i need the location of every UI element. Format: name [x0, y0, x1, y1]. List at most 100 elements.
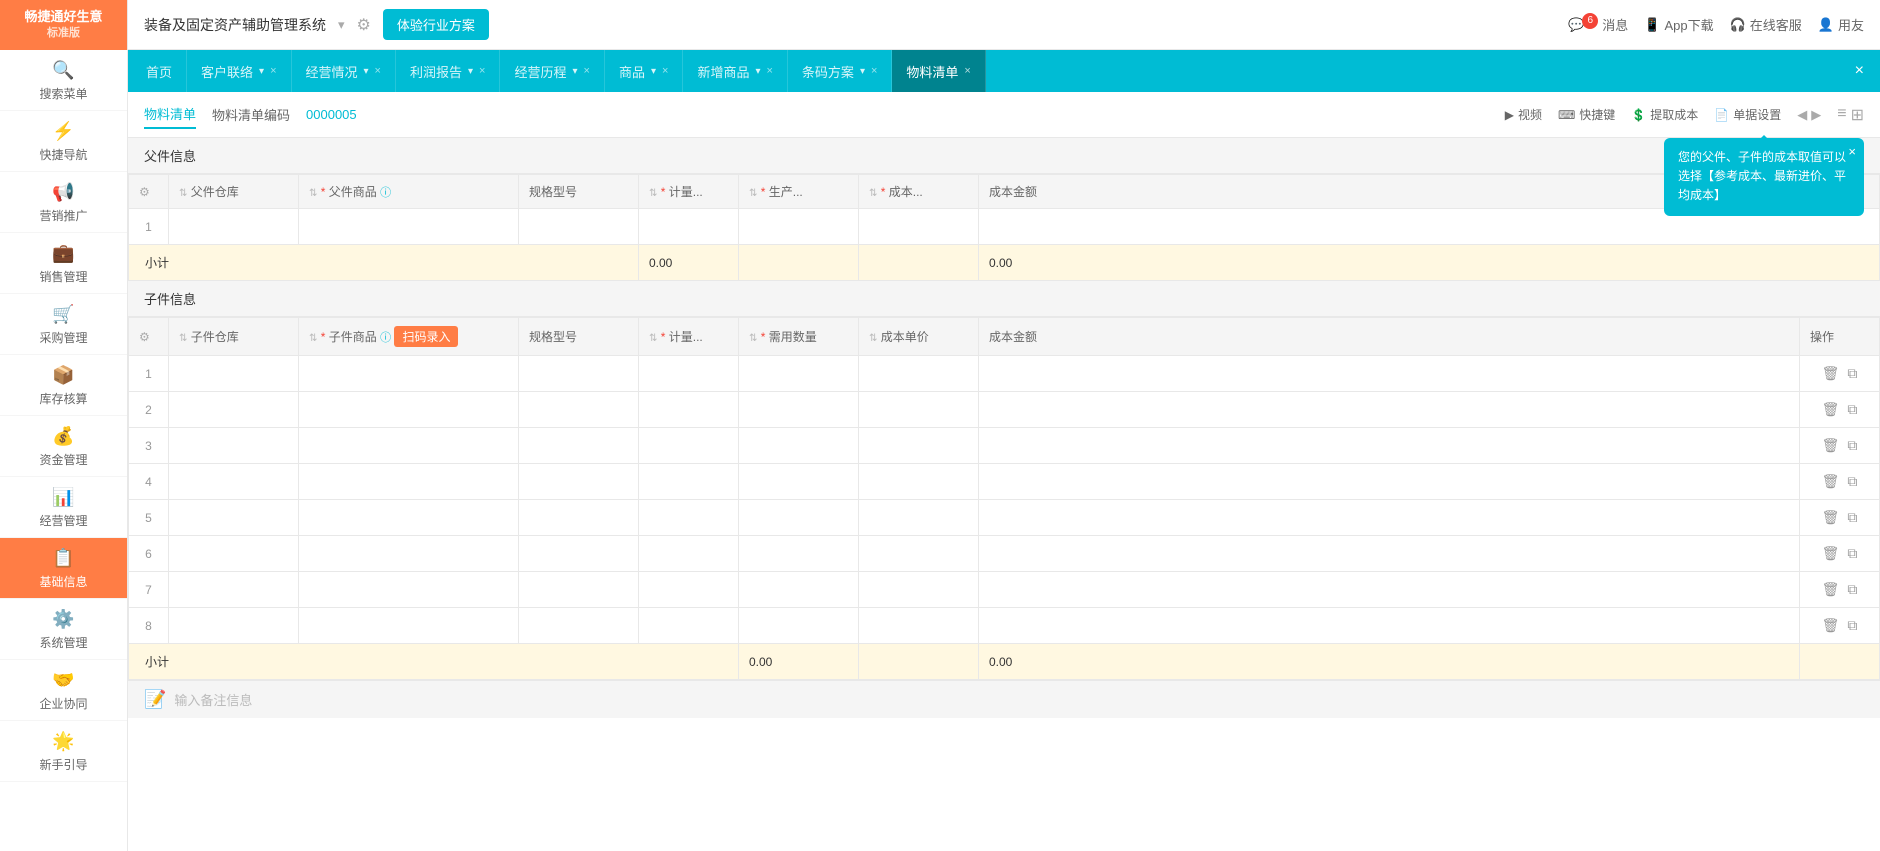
child-warehouse-7[interactable]: [169, 572, 299, 608]
copy-icon-6[interactable]: ⧉: [1847, 545, 1857, 562]
delete-icon-5[interactable]: 🗑: [1822, 509, 1840, 526]
child-qty-7[interactable]: [739, 572, 859, 608]
copy-icon-5[interactable]: ⧉: [1847, 509, 1857, 526]
tab-bom[interactable]: 物料清单 ×: [892, 50, 985, 92]
child-unit-3[interactable]: [639, 428, 739, 464]
experience-btn[interactable]: 体验行业方案: [383, 9, 489, 40]
child-product-5[interactable]: [299, 500, 519, 536]
child-warehouse-3[interactable]: [169, 428, 299, 464]
parent-prod-cell[interactable]: [739, 209, 859, 245]
child-spec-1[interactable]: [519, 356, 639, 392]
child-warehouse-6[interactable]: [169, 536, 299, 572]
child-unitprice-2[interactable]: [859, 392, 979, 428]
child-warehouse-1[interactable]: [169, 356, 299, 392]
cost-action[interactable]: 💲 提取成本: [1631, 106, 1698, 123]
child-qty-6[interactable]: [739, 536, 859, 572]
tab-bom-close[interactable]: ×: [964, 65, 970, 77]
sidebar-item-purchase[interactable]: 🛒 采购管理: [0, 294, 127, 355]
child-costamt-5[interactable]: [979, 500, 1800, 536]
tab-new-goods-close[interactable]: ×: [766, 65, 772, 77]
child-spec-3[interactable]: [519, 428, 639, 464]
tab-profit[interactable]: 利润报告 ▾ ×: [396, 50, 500, 92]
sidebar-item-finance[interactable]: 💰 资金管理: [0, 416, 127, 477]
sidebar-item-system[interactable]: ⚙️ 系统管理: [0, 599, 127, 660]
prev-icon[interactable]: ◀: [1797, 107, 1807, 123]
tab-customer[interactable]: 客户联络 ▾ ×: [187, 50, 291, 92]
child-unit-2[interactable]: [639, 392, 739, 428]
parent-settings-icon[interactable]: ⚙: [139, 185, 150, 199]
child-unit-4[interactable]: [639, 464, 739, 500]
child-costamt-7[interactable]: [979, 572, 1800, 608]
sidebar-item-marketing[interactable]: 📢 营销推广: [0, 172, 127, 233]
child-qty-3[interactable]: [739, 428, 859, 464]
view-action[interactable]: ▶ 视频: [1505, 106, 1542, 123]
tab-new-goods[interactable]: 新增商品 ▾ ×: [683, 50, 787, 92]
child-unit-5[interactable]: [639, 500, 739, 536]
child-spec-8[interactable]: [519, 608, 639, 644]
tab-goods[interactable]: 商品 ▾ ×: [605, 50, 683, 92]
child-product-6[interactable]: [299, 536, 519, 572]
delete-icon-4[interactable]: 🗑: [1822, 473, 1840, 490]
child-unitprice-4[interactable]: [859, 464, 979, 500]
sidebar-item-search[interactable]: 🔍 搜索菜单: [0, 50, 127, 111]
single-settings-action[interactable]: 📄 单据设置: [1714, 106, 1781, 123]
child-costamt-3[interactable]: [979, 428, 1800, 464]
child-spec-6[interactable]: [519, 536, 639, 572]
child-product-7[interactable]: [299, 572, 519, 608]
sub-tab-bom-code[interactable]: 物料清单编码: [212, 101, 290, 128]
parent-unit-cell[interactable]: [639, 209, 739, 245]
list-view-icon[interactable]: ≡: [1837, 105, 1846, 125]
child-col-settings[interactable]: ⚙: [129, 318, 169, 356]
settings-icon[interactable]: ⚙: [357, 15, 371, 35]
sidebar-item-basic-info[interactable]: 📋 基础信息: [0, 538, 127, 599]
child-product-4[interactable]: [299, 464, 519, 500]
parent-spec-cell[interactable]: [519, 209, 639, 245]
child-product-2[interactable]: [299, 392, 519, 428]
child-costamt-6[interactable]: [979, 536, 1800, 572]
delete-icon-7[interactable]: 🗑: [1822, 581, 1840, 598]
child-unit-6[interactable]: [639, 536, 739, 572]
copy-icon-2[interactable]: ⧉: [1847, 401, 1857, 418]
sub-tab-bom-list[interactable]: 物料清单: [144, 100, 196, 129]
child-costamt-4[interactable]: [979, 464, 1800, 500]
sidebar-item-guide[interactable]: 🌟 新手引导: [0, 721, 127, 782]
tab-barcode[interactable]: 条码方案 ▾ ×: [788, 50, 892, 92]
child-costamt-2[interactable]: [979, 392, 1800, 428]
sidebar-item-sales[interactable]: 💼 销售管理: [0, 233, 127, 294]
sidebar-item-operations[interactable]: 📊 经营管理: [0, 477, 127, 538]
app-download-btn[interactable]: 📱 App下载: [1644, 15, 1713, 34]
child-unitprice-5[interactable]: [859, 500, 979, 536]
dropdown-arrow-icon[interactable]: ▾: [338, 17, 345, 33]
sidebar-item-enterprise[interactable]: 🤝 企业协同: [0, 660, 127, 721]
child-unitprice-6[interactable]: [859, 536, 979, 572]
child-qty-5[interactable]: [739, 500, 859, 536]
sidebar-item-quick-nav[interactable]: ⚡ 快捷导航: [0, 111, 127, 172]
child-product-8[interactable]: [299, 608, 519, 644]
tab-profit-close[interactable]: ×: [479, 65, 485, 77]
child-qty-8[interactable]: [739, 608, 859, 644]
grid-view-icon[interactable]: ⊞: [1851, 105, 1864, 125]
child-spec-2[interactable]: [519, 392, 639, 428]
tab-history-close[interactable]: ×: [584, 65, 590, 77]
child-unitprice-7[interactable]: [859, 572, 979, 608]
delete-icon-6[interactable]: 🗑: [1822, 545, 1840, 562]
child-costamt-8[interactable]: [979, 608, 1800, 644]
tooltip-close-btn[interactable]: ×: [1848, 142, 1856, 163]
child-spec-4[interactable]: [519, 464, 639, 500]
child-product-1[interactable]: [299, 356, 519, 392]
tab-barcode-close[interactable]: ×: [871, 65, 877, 77]
child-product-3[interactable]: [299, 428, 519, 464]
tab-goods-close[interactable]: ×: [662, 65, 668, 77]
sidebar-item-inventory[interactable]: 📦 库存核算: [0, 355, 127, 416]
tab-home[interactable]: 首页: [132, 50, 187, 92]
online-service-btn[interactable]: 🎧 在线客服: [1730, 15, 1802, 34]
delete-icon-8[interactable]: 🗑: [1822, 617, 1840, 634]
child-unitprice-8[interactable]: [859, 608, 979, 644]
close-panel-btn[interactable]: ×: [1843, 62, 1876, 80]
child-warehouse-2[interactable]: [169, 392, 299, 428]
child-warehouse-4[interactable]: [169, 464, 299, 500]
child-warehouse-8[interactable]: [169, 608, 299, 644]
message-btn[interactable]: 💬 6 消息: [1568, 15, 1628, 34]
user-btn[interactable]: 👤 用友: [1818, 15, 1864, 34]
parent-product-cell[interactable]: [299, 209, 519, 245]
